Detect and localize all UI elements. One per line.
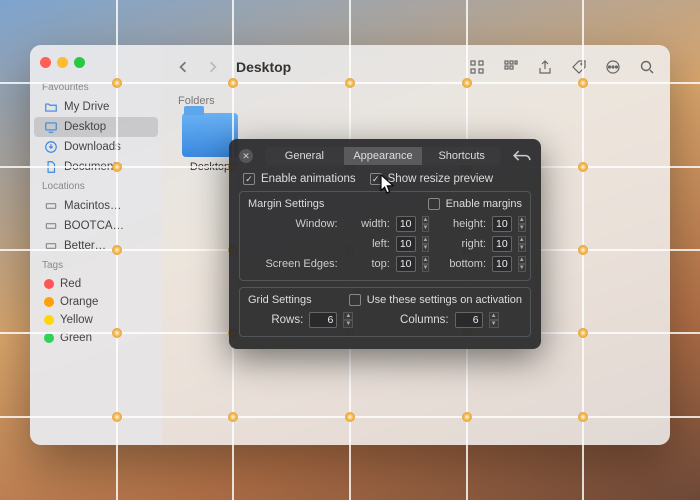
preferences-popover: ✕ General Appearance Shortcuts Enable an… xyxy=(229,139,541,349)
enable-margins-label: Enable margins xyxy=(446,198,522,210)
sidebar-item-mydrive[interactable]: My Drive xyxy=(34,97,158,117)
margin-settings-group: Margin Settings Enable margins Window: w… xyxy=(239,191,531,281)
bottom-label: bottom: xyxy=(432,258,486,270)
sidebar-item-label: Documents xyxy=(64,161,122,173)
sidebar-item-label: Macintos… xyxy=(64,200,122,212)
screen-edges-label: Screen Edges: xyxy=(248,258,338,270)
height-field[interactable]: 10 xyxy=(492,216,512,232)
close-icon[interactable] xyxy=(40,57,51,68)
sidebar-item-label: Orange xyxy=(60,296,98,308)
finder-toolbar: Desktop xyxy=(162,45,670,89)
downloads-icon xyxy=(44,140,58,154)
sidebar-item-label: BOOTCA… xyxy=(64,220,124,232)
right-stepper[interactable]: ▲▼ xyxy=(518,236,526,252)
tag-dot-icon xyxy=(44,333,54,343)
use-on-activation-label: Use these settings on activation xyxy=(367,294,522,306)
enable-animations-checkbox[interactable] xyxy=(243,173,255,185)
documents-icon xyxy=(44,160,58,174)
enable-animations-label: Enable animations xyxy=(261,173,356,185)
sidebar-item-label: Red xyxy=(60,278,81,290)
cols-stepper[interactable]: ▲▼ xyxy=(489,312,499,328)
sidebar-item-label: Green xyxy=(60,332,92,344)
tab-general[interactable]: General xyxy=(265,147,344,165)
sidebar-tag-orange[interactable]: Orange xyxy=(34,293,158,311)
tag-dot-icon xyxy=(44,279,54,289)
sidebar-item-label: Downloads xyxy=(64,141,121,153)
minimize-icon[interactable] xyxy=(57,57,68,68)
cols-field[interactable]: 6 xyxy=(455,312,483,328)
sidebar-item-label: My Drive xyxy=(64,101,109,113)
rows-field[interactable]: 6 xyxy=(309,312,337,328)
folder-label: Desktop xyxy=(190,161,230,173)
tab-shortcuts[interactable]: Shortcuts xyxy=(422,147,501,165)
left-field[interactable]: 10 xyxy=(396,236,416,252)
group-icon[interactable] xyxy=(498,56,524,78)
sidebar-section-locations: Locations xyxy=(30,177,162,196)
sidebar-section-favourites: Favourites xyxy=(30,78,162,97)
margin-settings-label: Margin Settings xyxy=(248,198,324,210)
sidebar-tag-yellow[interactable]: Yellow xyxy=(34,311,158,329)
tab-appearance[interactable]: Appearance xyxy=(344,147,423,165)
view-icon[interactable] xyxy=(464,56,490,78)
sidebar-tag-red[interactable]: Red xyxy=(34,275,158,293)
height-stepper[interactable]: ▲▼ xyxy=(518,216,526,232)
use-on-activation-checkbox[interactable] xyxy=(349,294,361,306)
share-icon[interactable] xyxy=(532,56,558,78)
close-icon[interactable]: ✕ xyxy=(239,149,253,163)
content-section-label: Folders xyxy=(178,95,654,107)
top-stepper[interactable]: ▲▼ xyxy=(422,256,430,272)
sidebar-section-tags: Tags xyxy=(30,256,162,275)
finder-sidebar: Favourites My Drive Desktop Downloads Do… xyxy=(30,45,162,445)
height-label: height: xyxy=(432,218,486,230)
show-resize-label: Show resize preview xyxy=(388,173,493,185)
sidebar-item-documents[interactable]: Documents xyxy=(34,157,158,177)
finder-title: Desktop xyxy=(236,59,291,75)
folder-icon xyxy=(44,100,58,114)
bottom-field[interactable]: 10 xyxy=(492,256,512,272)
sidebar-item-better[interactable]: Better… xyxy=(34,236,158,256)
tab-segmented-control: General Appearance Shortcuts xyxy=(265,147,501,165)
tag-dot-icon xyxy=(44,315,54,325)
sidebar-item-macintosh[interactable]: Macintos… xyxy=(34,196,158,216)
search-icon[interactable] xyxy=(634,56,660,78)
grid-settings-group: Grid Settings Use these settings on acti… xyxy=(239,287,531,337)
action-icon[interactable] xyxy=(600,56,626,78)
tag-dot-icon xyxy=(44,297,54,307)
top-label: top: xyxy=(344,258,390,270)
width-field[interactable]: 10 xyxy=(396,216,416,232)
width-stepper[interactable]: ▲▼ xyxy=(422,216,430,232)
right-label: right: xyxy=(432,238,486,250)
sidebar-tag-green[interactable]: Green xyxy=(34,329,158,347)
left-stepper[interactable]: ▲▼ xyxy=(422,236,430,252)
forward-button[interactable] xyxy=(202,56,224,78)
drive-icon xyxy=(44,219,58,233)
width-label: width: xyxy=(344,218,390,230)
right-field[interactable]: 10 xyxy=(492,236,512,252)
window-controls xyxy=(30,53,162,78)
zoom-icon[interactable] xyxy=(74,57,85,68)
sidebar-item-downloads[interactable]: Downloads xyxy=(34,137,158,157)
tag-icon[interactable] xyxy=(566,56,592,78)
sidebar-item-label: Better… xyxy=(64,240,106,252)
drive-icon xyxy=(44,239,58,253)
undo-icon[interactable] xyxy=(513,149,531,163)
rows-stepper[interactable]: ▲▼ xyxy=(343,312,353,328)
sidebar-item-label: Yellow xyxy=(60,314,93,326)
cols-label: Columns: xyxy=(400,314,449,326)
desktop-icon xyxy=(44,120,58,134)
sidebar-item-label: Desktop xyxy=(64,121,106,133)
grid-settings-label: Grid Settings xyxy=(248,294,312,306)
left-label: left: xyxy=(344,238,390,250)
sidebar-item-bootcamp[interactable]: BOOTCA… xyxy=(34,216,158,236)
window-label: Window: xyxy=(248,218,338,230)
back-button[interactable] xyxy=(172,56,194,78)
rows-label: Rows: xyxy=(271,314,303,326)
bottom-stepper[interactable]: ▲▼ xyxy=(518,256,526,272)
sidebar-item-desktop[interactable]: Desktop xyxy=(34,117,158,137)
drive-icon xyxy=(44,199,58,213)
enable-margins-checkbox[interactable] xyxy=(428,198,440,210)
cursor-icon xyxy=(380,174,394,194)
top-field[interactable]: 10 xyxy=(396,256,416,272)
